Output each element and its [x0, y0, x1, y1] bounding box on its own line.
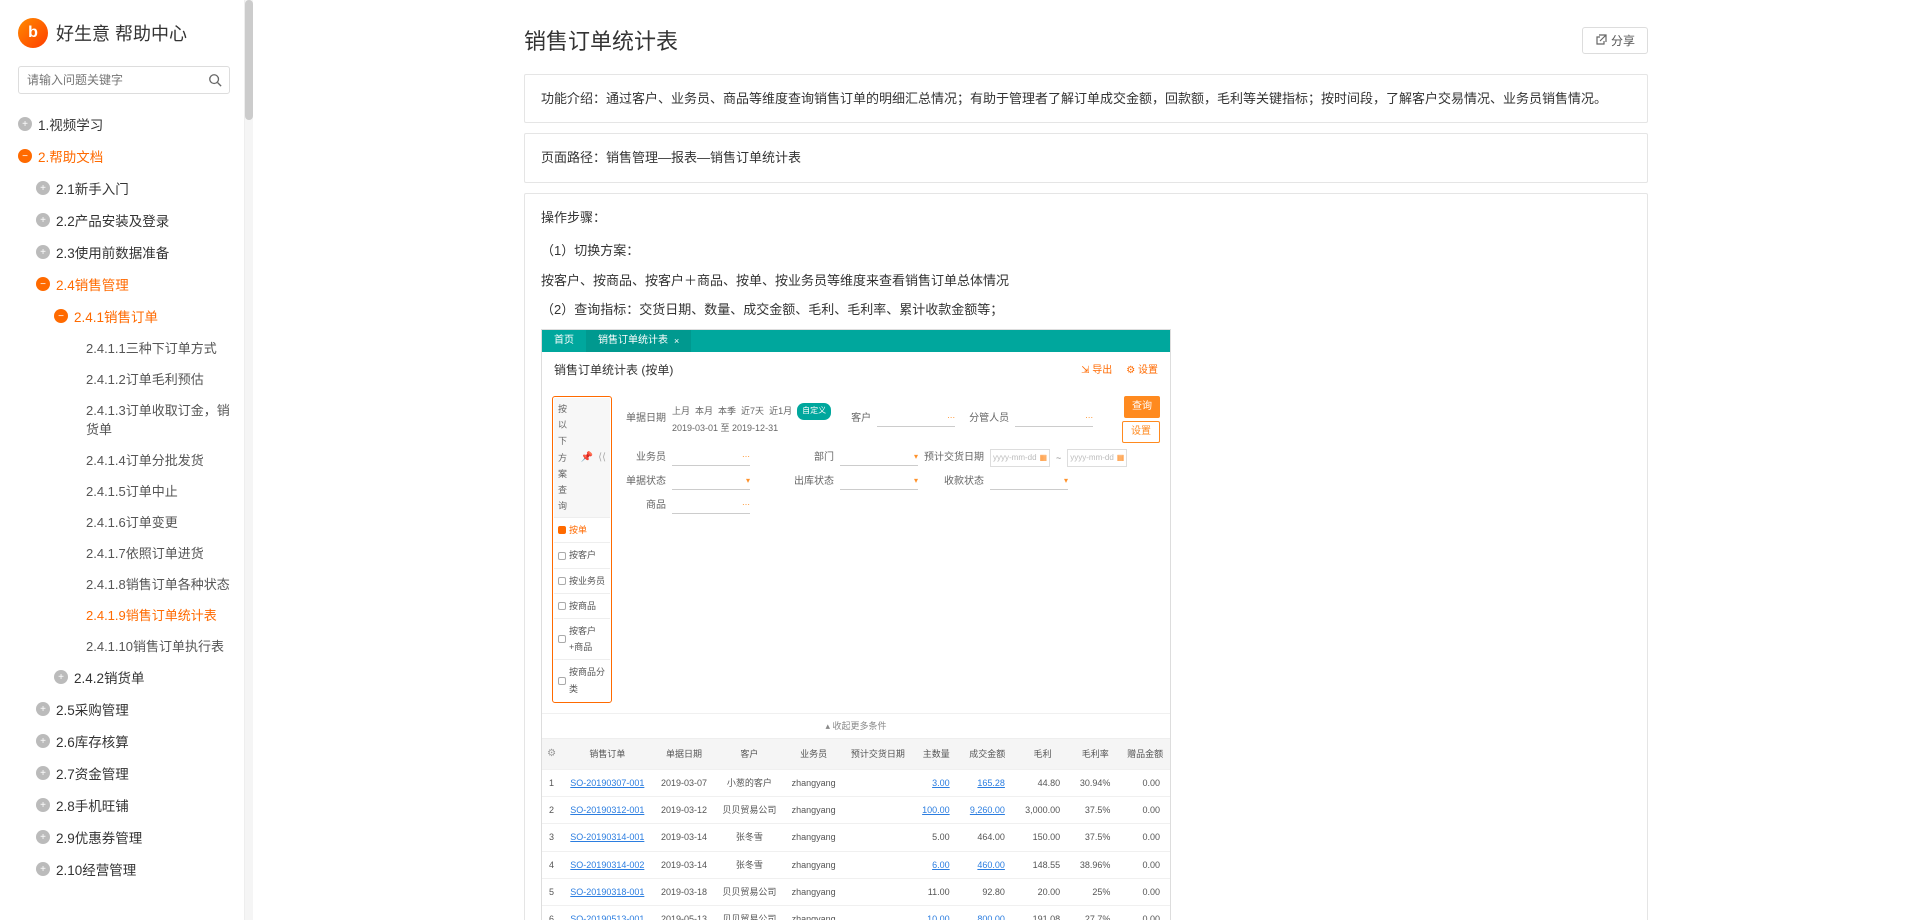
- nav-help[interactable]: −2.帮助文档: [18, 140, 230, 172]
- step1-text: 按客户、按商品、按客户＋商品、按单、按业务员等维度来查看销售订单总体情况: [541, 269, 1631, 292]
- ss-setting: ⚙ 设置: [1126, 362, 1158, 380]
- step2-text: （2）查询指标：交货日期、数量、成交金额、毛利、毛利率、累计收款金额等；: [541, 298, 1631, 321]
- expand-icon: +: [36, 213, 50, 227]
- nav-2-1[interactable]: +2.1新手入门: [18, 172, 230, 204]
- expand-icon: +: [36, 245, 50, 259]
- ss-date-shortcuts: 上月本月本季近7天近1月 自定义: [672, 403, 831, 419]
- share-icon: [1595, 34, 1607, 46]
- nav-2-8[interactable]: +2.8手机旺铺: [18, 789, 230, 821]
- nav-tree: +1.视频学习 −2.帮助文档 +2.1新手入门 +2.2产品安装及登录 +2.…: [18, 108, 230, 885]
- search-input[interactable]: [18, 66, 230, 94]
- nav-2-4-1-3[interactable]: 2.4.1.3订单收取订金，销货单: [18, 394, 230, 444]
- expand-icon: +: [54, 670, 68, 684]
- nav-2-4-1-2[interactable]: 2.4.1.2订单毛利预估: [18, 363, 230, 394]
- close-icon: ×: [674, 333, 679, 349]
- ss-more-toggle: ▴ 收起更多条件: [542, 713, 1170, 738]
- nav-2-4-1-8[interactable]: 2.4.1.8销售订单各种状态: [18, 568, 230, 599]
- expand-icon: +: [18, 117, 32, 131]
- share-button[interactable]: 分享: [1582, 27, 1648, 54]
- intro-label: 功能介绍：: [541, 91, 606, 106]
- ss-cust-input: ⋯: [877, 411, 955, 427]
- path-card: 页面路径：销售管理—报表—销售订单统计表: [524, 133, 1648, 182]
- nav-2-10[interactable]: +2.10经营管理: [18, 853, 230, 885]
- brand-row: b 好生意 帮助中心: [18, 18, 230, 48]
- nav-2-9[interactable]: +2.9优惠券管理: [18, 821, 230, 853]
- expand-icon: +: [36, 734, 50, 748]
- ss-query-button: 查询: [1124, 396, 1160, 418]
- collapse-icon: −: [36, 277, 50, 291]
- collapse-icon: ⟨⟨: [598, 449, 606, 467]
- expand-icon: +: [36, 181, 50, 195]
- ss-scheme-panel: 按以下方案查询📌⟨⟨ 按单按客户按业务员按商品按客户+商品按商品分类: [552, 396, 612, 703]
- nav-video[interactable]: +1.视频学习: [18, 108, 230, 140]
- nav-2-4-1-10[interactable]: 2.4.1.10销售订单执行表: [18, 630, 230, 661]
- pin-icon: 📌: [581, 449, 593, 467]
- sidebar-scrollbar[interactable]: [245, 0, 253, 920]
- nav-2-4-2[interactable]: +2.4.2销货单: [18, 661, 230, 693]
- intro-text: 通过客户、业务员、商品等维度查询销售订单的明细汇总情况；有助于管理者了解订单成交…: [606, 91, 1607, 106]
- page-title: 销售订单统计表: [524, 24, 678, 56]
- path-label: 页面路径：: [541, 150, 606, 165]
- collapse-icon: −: [54, 309, 68, 323]
- nav-2-7[interactable]: +2.7资金管理: [18, 757, 230, 789]
- step1-label: （1）切换方案：: [541, 239, 1631, 262]
- expand-icon: +: [36, 798, 50, 812]
- nav-2-4-1-5[interactable]: 2.4.1.5订单中止: [18, 475, 230, 506]
- ss-header-title: 销售订单统计表 (按单): [554, 360, 673, 382]
- nav-2-4-1-7[interactable]: 2.4.1.7依照订单进货: [18, 537, 230, 568]
- expand-icon: +: [36, 766, 50, 780]
- embedded-screenshot-1: 首页 销售订单统计表× 销售订单统计表 (按单) ⇲ 导出 ⚙ 设置: [541, 329, 1171, 920]
- path-text: 销售管理—报表—销售订单统计表: [606, 150, 801, 165]
- nav-2-4[interactable]: −2.4销售管理: [18, 268, 230, 300]
- nav-2-4-1-6[interactable]: 2.4.1.6订单变更: [18, 506, 230, 537]
- search-box: [18, 66, 230, 94]
- nav-2-4-1-1[interactable]: 2.4.1.1三种下订单方式: [18, 332, 230, 363]
- nav-2-6[interactable]: +2.6库存核算: [18, 725, 230, 757]
- nav-2-4-1-9-current[interactable]: 2.4.1.9销售订单统计表: [18, 599, 230, 630]
- brand-title: 好生意 帮助中心: [56, 20, 187, 46]
- ss-tab-active: 销售订单统计表×: [586, 330, 691, 352]
- collapse-icon: −: [18, 149, 32, 163]
- nav-2-3[interactable]: +2.3使用前数据准备: [18, 236, 230, 268]
- ss-export: ⇲ 导出: [1081, 362, 1112, 380]
- ss-tab-home: 首页: [542, 330, 586, 352]
- nav-2-2[interactable]: +2.2产品安装及登录: [18, 204, 230, 236]
- expand-icon: +: [36, 830, 50, 844]
- ss-mgr-input: ⋯: [1015, 411, 1093, 427]
- nav-2-5[interactable]: +2.5采购管理: [18, 693, 230, 725]
- ss-set-button: 设置: [1122, 421, 1160, 443]
- nav-2-4-1[interactable]: −2.4.1销售订单: [18, 300, 230, 332]
- steps-card: 操作步骤： （1）切换方案： 按客户、按商品、按客户＋商品、按单、按业务员等维度…: [524, 193, 1648, 920]
- search-icon: [208, 73, 222, 87]
- steps-label: 操作步骤：: [541, 206, 1631, 229]
- expand-icon: +: [36, 702, 50, 716]
- nav-2-4-1-4[interactable]: 2.4.1.4订单分批发货: [18, 444, 230, 475]
- ss-table: ⚙销售订单单据日期客户业务员预计交货日期主数量成交金额毛利毛利率赠品金额 1SO…: [542, 738, 1170, 920]
- expand-icon: +: [36, 862, 50, 876]
- main-content: 销售订单统计表 分享 功能介绍：通过客户、业务员、商品等维度查询销售订单的明细汇…: [253, 0, 1919, 920]
- logo-icon: b: [18, 18, 48, 48]
- sidebar: b 好生意 帮助中心 +1.视频学习 −2.帮助文档 +2.1新手入门 +2.2…: [0, 0, 245, 920]
- intro-card: 功能介绍：通过客户、业务员、商品等维度查询销售订单的明细汇总情况；有助于管理者了…: [524, 74, 1648, 123]
